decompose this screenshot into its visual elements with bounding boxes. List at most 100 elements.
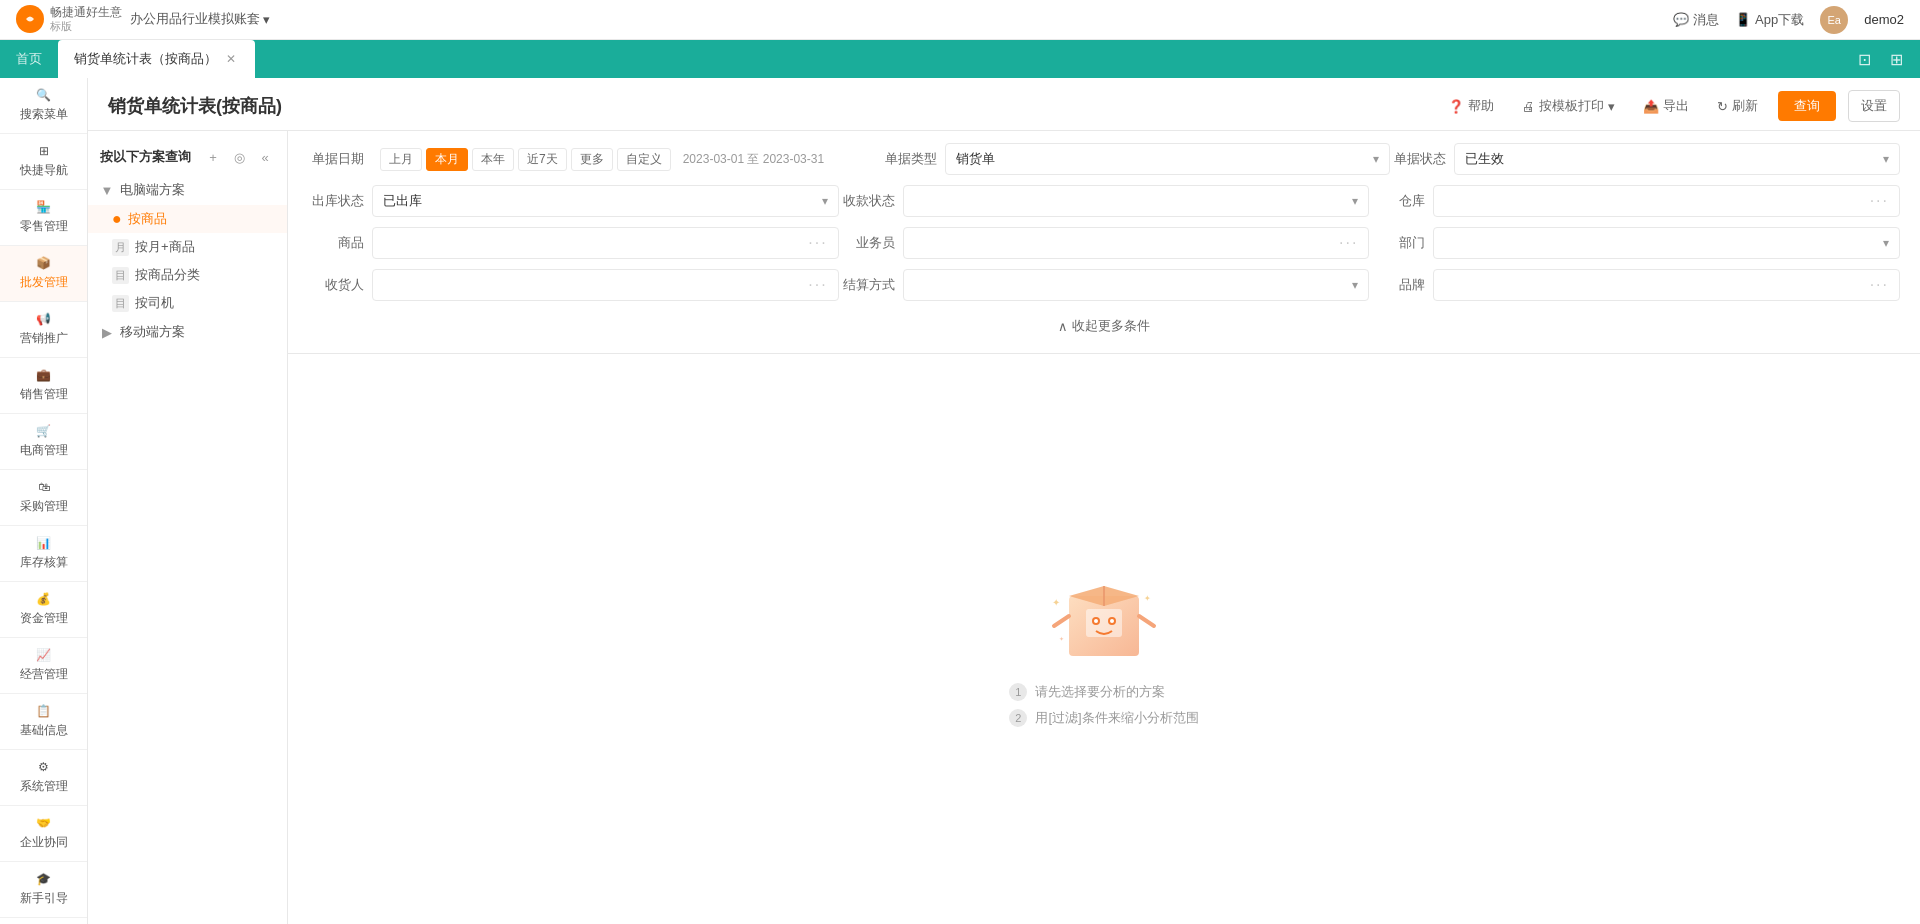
tab-stats[interactable]: 销货单统计表（按商品） ✕ [58, 40, 255, 78]
staff-control[interactable]: ··· [903, 227, 1370, 259]
tab-stats-label: 销货单统计表（按商品） [74, 50, 217, 68]
add-scheme-btn[interactable]: + [203, 147, 223, 167]
export-btn[interactable]: 📤 导出 [1635, 93, 1697, 119]
sidebar-item-quick-nav[interactable]: ⊞ 快捷导航 [0, 134, 87, 190]
warehouse-control[interactable]: 已出库 ▾ [372, 185, 839, 217]
query-label: 查询 [1794, 97, 1820, 115]
dept-control[interactable]: ▾ [1433, 227, 1900, 259]
page-actions: ❓ 帮助 🖨 按模板打印 ▾ 📤 导出 ↻ 刷新 [1440, 90, 1900, 122]
svg-point-7 [1094, 619, 1098, 623]
type-dropdown-icon: ▾ [1373, 152, 1379, 166]
inventory-icon: 📊 [36, 536, 51, 550]
sidebar-item-operations[interactable]: 📈 经营管理 [0, 638, 87, 694]
query-btn[interactable]: 查询 [1778, 91, 1836, 121]
settings-btn[interactable]: 设置 [1848, 90, 1900, 122]
sidebar-item-appstore[interactable]: 🔲 应用中心 [0, 918, 87, 924]
date-pill-custom[interactable]: 自定义 [617, 148, 671, 171]
status-control[interactable]: 已生效 ▾ [1454, 143, 1900, 175]
svg-text:✦: ✦ [1144, 594, 1151, 603]
receiver-dots: ··· [808, 276, 827, 294]
dropdown-arrow-icon: ▾ [263, 12, 270, 27]
help-icon: ❓ [1448, 99, 1464, 114]
receiver-control[interactable]: ··· [372, 269, 839, 301]
tree-item-by-month-product[interactable]: 月 按月+商品 [88, 233, 287, 261]
last-month-label: 上月 [389, 152, 413, 166]
sidebar-item-label-system: 系统管理 [20, 778, 68, 795]
this-month-label: 本月 [435, 152, 459, 166]
retail-icon: 🏪 [36, 200, 51, 214]
status-value: 已生效 [1465, 150, 1883, 168]
marketing-icon: 📢 [36, 312, 51, 326]
maximize-icon[interactable]: ⊞ [1884, 47, 1908, 71]
svg-line-9 [1054, 616, 1069, 626]
sidebar-item-label-retail: 零售管理 [20, 218, 68, 235]
filter-row-1: 单据日期 上月 本月 本年 [308, 143, 1900, 175]
collapse-row[interactable]: ∧ 收起更多条件 [308, 311, 1900, 341]
this-year-label: 本年 [481, 152, 505, 166]
brand-control[interactable]: ··· [1433, 269, 1900, 301]
month-icon: 月 [112, 239, 129, 256]
sidebar-item-inventory[interactable]: 📊 库存核算 [0, 526, 87, 582]
tree-item-by-category[interactable]: 目 按商品分类 [88, 261, 287, 289]
tree-item-by-product[interactable]: ● 按商品 [88, 205, 287, 233]
ecommerce-icon: 🛒 [36, 424, 51, 438]
tab-close-icon[interactable]: ✕ [223, 51, 239, 67]
warehouse-label: 出库状态 [308, 192, 372, 210]
tab-bar-right: ⊡ ⊞ [1852, 47, 1920, 71]
app-download-btn[interactable]: 📱 App下载 [1735, 11, 1804, 29]
tab-home[interactable]: 首页 [0, 40, 58, 78]
left-panel: 按以下方案查询 + ◎ « ▼ 电脑端方案 ● 按商品 [88, 131, 288, 924]
date-pill-last-month[interactable]: 上月 [380, 148, 422, 171]
sidebar-item-sales[interactable]: 💼 销售管理 [0, 358, 87, 414]
sidebar-item-wholesale[interactable]: 📦 批发管理 [0, 246, 87, 302]
date-pill-more[interactable]: 更多 [571, 148, 613, 171]
sidebar-item-search[interactable]: 🔍 搜索菜单 [0, 78, 87, 134]
refresh-icon: ↻ [1717, 99, 1728, 114]
tree-section-desktop[interactable]: ▼ 电脑端方案 [88, 175, 287, 205]
sidebar-item-ecommerce[interactable]: 🛒 电商管理 [0, 414, 87, 470]
message-icon: 💬 [1673, 12, 1689, 27]
sidebar-item-system[interactable]: ⚙ 系统管理 [0, 750, 87, 806]
storage-control[interactable]: ··· [1433, 185, 1900, 217]
collapse-icon: ∧ [1058, 319, 1068, 334]
date-pill-7days[interactable]: 近7天 [518, 148, 567, 171]
sidebar-item-guide[interactable]: 🎓 新手引导 [0, 862, 87, 918]
storage-dots: ··· [1870, 192, 1889, 210]
tree-section-mobile[interactable]: ▶ 移动端方案 [88, 317, 287, 347]
message-btn[interactable]: 💬 消息 [1673, 11, 1719, 29]
sidebar-item-marketing[interactable]: 📢 营销推广 [0, 302, 87, 358]
settings-scheme-btn[interactable]: ◎ [229, 147, 249, 167]
collapse-panel-btn[interactable]: « [255, 147, 275, 167]
refresh-btn[interactable]: ↻ 刷新 [1709, 93, 1766, 119]
by-category-label: 按商品分类 [135, 266, 200, 284]
date-pill-this-year[interactable]: 本年 [472, 148, 514, 171]
tab-home-label: 首页 [16, 50, 42, 68]
help-label: 帮助 [1468, 97, 1494, 115]
payment-method-control[interactable]: ▾ [903, 269, 1370, 301]
more-label: 更多 [580, 152, 604, 166]
sidebar-item-retail[interactable]: 🏪 零售管理 [0, 190, 87, 246]
sidebar-item-basic[interactable]: 📋 基础信息 [0, 694, 87, 750]
type-label: 单据类型 [881, 150, 945, 168]
type-control[interactable]: 销货单 ▾ [945, 143, 1391, 175]
filter-row-3: 商品 ··· 业务员 ··· 部门 ▾ [308, 227, 1900, 259]
restore-icon[interactable]: ⊡ [1852, 47, 1876, 71]
right-content: 单据日期 上月 本月 本年 [288, 131, 1920, 924]
payment-control[interactable]: ▾ [903, 185, 1370, 217]
date-pill-this-month[interactable]: 本月 [426, 148, 468, 171]
expand-icon: ▼ [100, 183, 114, 197]
system-title-dropdown[interactable]: 办公用品行业模拟账套 ▾ [130, 10, 270, 28]
help-btn[interactable]: ❓ 帮助 [1440, 93, 1502, 119]
tree-item-by-printer[interactable]: 目 按司机 [88, 289, 287, 317]
sidebar-item-finance[interactable]: 💰 资金管理 [0, 582, 87, 638]
sidebar-item-purchase[interactable]: 🛍 采购管理 [0, 470, 87, 526]
hint-2-num: 2 [1009, 709, 1027, 727]
search-icon: 🔍 [36, 88, 51, 102]
svg-line-10 [1139, 616, 1154, 626]
print-btn[interactable]: 🖨 按模板打印 ▾ [1514, 93, 1623, 119]
print-label: 按模板打印 [1539, 97, 1604, 115]
user-name[interactable]: demo2 [1864, 12, 1904, 27]
product-control[interactable]: ··· [372, 227, 839, 259]
sidebar-item-enterprise[interactable]: 🤝 企业协同 [0, 806, 87, 862]
body-area: 按以下方案查询 + ◎ « ▼ 电脑端方案 ● 按商品 [88, 131, 1920, 924]
